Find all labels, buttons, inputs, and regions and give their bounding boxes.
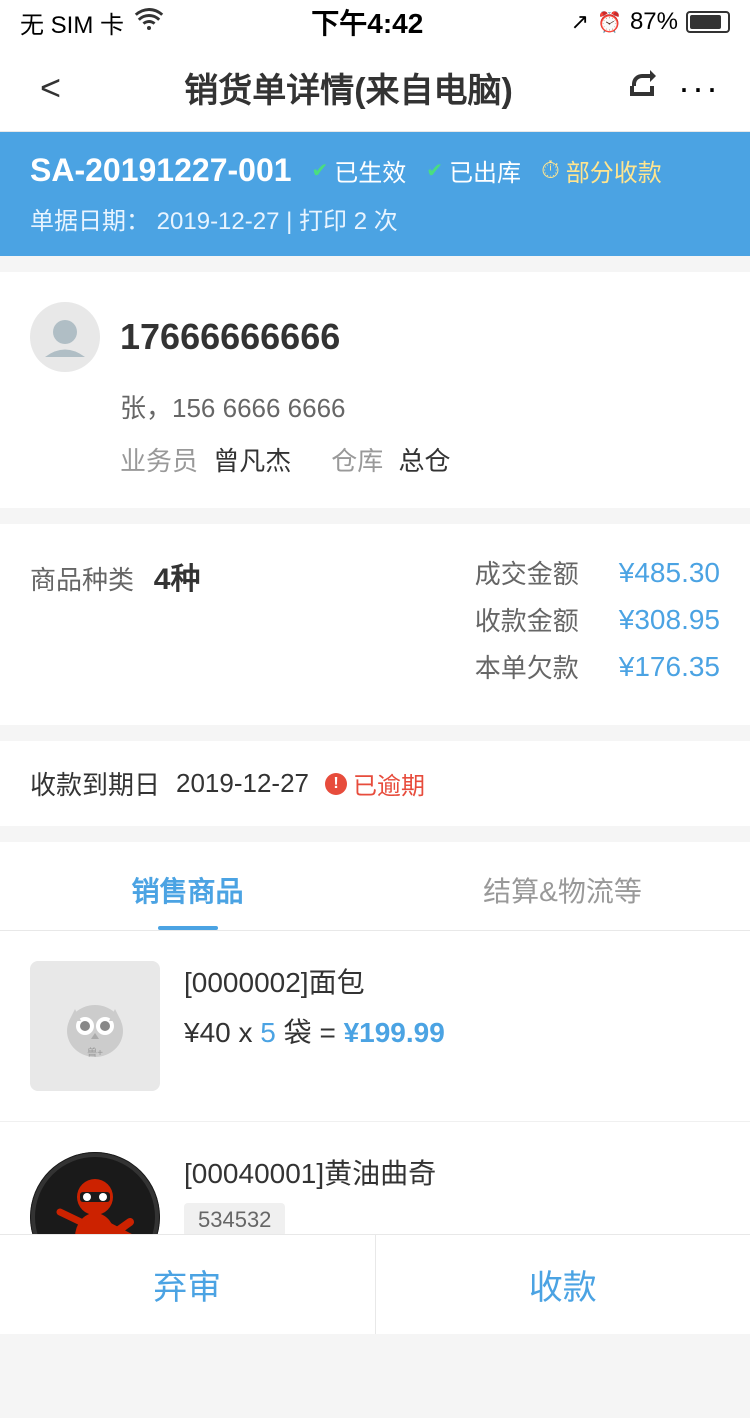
bottom-bar: 弃审 收款 (0, 1234, 750, 1334)
status-text-2: 已出库 (449, 153, 521, 188)
warehouse-value: 总仓 (399, 446, 451, 476)
more-icon[interactable]: ··· (678, 67, 720, 109)
tab-products[interactable]: 销售商品 (0, 842, 375, 930)
due-date: 2019-12-27 (176, 768, 309, 799)
status-bar: 无 SIM 卡 下午4:42 ↗ ⏰ 87% (0, 0, 750, 44)
product-item: 兽+ [0000002]面包 ¥40 x 5 袋 = ¥199.99 (0, 931, 750, 1122)
tab-settlement[interactable]: 结算&物流等 (375, 842, 750, 930)
product-name-2: [00040001]黄油曲奇 (184, 1152, 720, 1192)
order-date-row: 单据日期： 2019-12-27 | 打印 2 次 (30, 201, 720, 236)
share-icon[interactable] (626, 68, 658, 108)
customer-section: 17666666666 张，156 6666 6666 业务员 曾凡杰 仓库 总… (0, 272, 750, 508)
type-label: 商品种类 (30, 565, 134, 595)
page-title: 销货单详情(来自电脑) (184, 63, 513, 112)
collect-button[interactable]: 收款 (376, 1235, 750, 1334)
print-label: | 打印 (286, 208, 347, 235)
battery-percent: 87% (630, 8, 678, 36)
amount-label: 成交金额 (475, 554, 579, 591)
check-icon-2: ✔ (426, 158, 443, 183)
order-header: SA-20191227-001 ✔ 已生效 ✔ 已出库 ⏱ 部分收款 单据日期：… (0, 132, 750, 256)
received-value: ¥308.95 (619, 604, 720, 636)
customer-phone: 17666666666 (120, 316, 340, 358)
warehouse-label: 仓库 (331, 446, 383, 476)
status-right: ↗ ⏰ 87% (571, 8, 730, 36)
amount-row: 成交金额 ¥485.30 (475, 554, 720, 591)
status-time: 下午4:42 (311, 2, 423, 42)
print-count: 2 (354, 208, 367, 235)
overdue-dot-icon: ! (325, 773, 347, 795)
product-eq-1: = (319, 1017, 343, 1048)
product-qty-1: 5 (260, 1017, 276, 1048)
product-title-2: 黄油曲奇 (324, 1158, 436, 1189)
type-count: 4种 (154, 563, 201, 596)
summary-right: 成交金额 ¥485.30 收款金额 ¥308.95 本单欠款 ¥176.35 (475, 554, 720, 695)
customer-name: 张，156 6666 6666 (30, 388, 720, 425)
print-suffix: 次 (374, 208, 398, 235)
product-total-1: ¥199.99 (344, 1017, 445, 1048)
overdue-text: 已逾期 (353, 766, 425, 801)
svg-text:兽+: 兽+ (87, 1046, 103, 1059)
summary-left: 商品种类 4种 (30, 554, 200, 598)
wifi-icon (134, 8, 164, 37)
due-section: 收款到期日 2019-12-27 ! 已逾期 (0, 741, 750, 826)
location-icon: ↗ (571, 9, 589, 35)
product-price-1: ¥40 (184, 1017, 231, 1048)
received-label: 收款金额 (475, 601, 579, 638)
status-text-1: 已生效 (334, 153, 406, 188)
debt-value: ¥176.35 (619, 651, 720, 683)
customer-top: 17666666666 (30, 302, 720, 372)
amount-value: ¥485.30 (619, 557, 720, 589)
product-title-1: 面包 (309, 967, 365, 998)
nav-bar: < 销货单详情(来自电脑) ··· (0, 44, 750, 132)
product-unit-1: 袋 (284, 1017, 312, 1048)
product-code-2: [00040001] (184, 1158, 324, 1189)
status-badge-1: ✔ 已生效 (312, 153, 407, 188)
product-price-row-1: ¥40 x 5 袋 = ¥199.99 (184, 1011, 720, 1051)
status-left: 无 SIM 卡 (20, 5, 164, 40)
product-info-1: [0000002]面包 ¥40 x 5 袋 = ¥199.99 (184, 961, 720, 1051)
sales-person: 曾凡杰 (213, 446, 291, 476)
overdue-badge: ! 已逾期 (325, 766, 425, 801)
carrier-text: 无 SIM 卡 (20, 5, 124, 40)
status-text-3: 部分收款 (566, 153, 662, 188)
date-label: 单据日期： (30, 208, 150, 235)
battery-icon (686, 11, 730, 33)
customer-meta: 业务员 曾凡杰 仓库 总仓 (30, 441, 720, 478)
scroll-area: SA-20191227-001 ✔ 已生效 ✔ 已出库 ⏱ 部分收款 单据日期：… (0, 132, 750, 1418)
order-date: 2019-12-27 (157, 208, 280, 235)
product-multiply-1: x (239, 1017, 261, 1048)
clock-icon: ⏱ (541, 157, 560, 185)
summary-section: 商品种类 4种 成交金额 ¥485.30 收款金额 ¥308.95 本单欠款 ¥… (0, 524, 750, 725)
received-row: 收款金额 ¥308.95 (475, 601, 720, 638)
tab-bar: 销售商品 结算&物流等 (0, 842, 750, 931)
avatar (30, 302, 100, 372)
status-badge-2: ✔ 已出库 (426, 153, 521, 188)
alarm-icon: ⏰ (597, 10, 622, 35)
reject-button[interactable]: 弃审 (0, 1235, 376, 1334)
check-icon-1: ✔ (312, 158, 329, 183)
nav-actions: ··· (626, 67, 720, 109)
back-button[interactable]: < (30, 57, 71, 119)
debt-row: 本单欠款 ¥176.35 (475, 648, 720, 685)
tab-products-label: 销售商品 (131, 876, 243, 907)
debt-label: 本单欠款 (475, 648, 579, 685)
product-thumb-1: 兽+ (30, 961, 160, 1091)
sales-label: 业务员 (120, 446, 198, 476)
status-badge-3: ⏱ 部分收款 (541, 153, 662, 188)
tab-settlement-label: 结算&物流等 (483, 876, 642, 907)
product-badge-2: 534532 (184, 1203, 285, 1237)
product-code-1: [0000002] (184, 967, 309, 998)
due-label: 收款到期日 (30, 765, 160, 802)
product-name-1: [0000002]面包 (184, 961, 720, 1001)
order-id: SA-20191227-001 (30, 152, 292, 189)
